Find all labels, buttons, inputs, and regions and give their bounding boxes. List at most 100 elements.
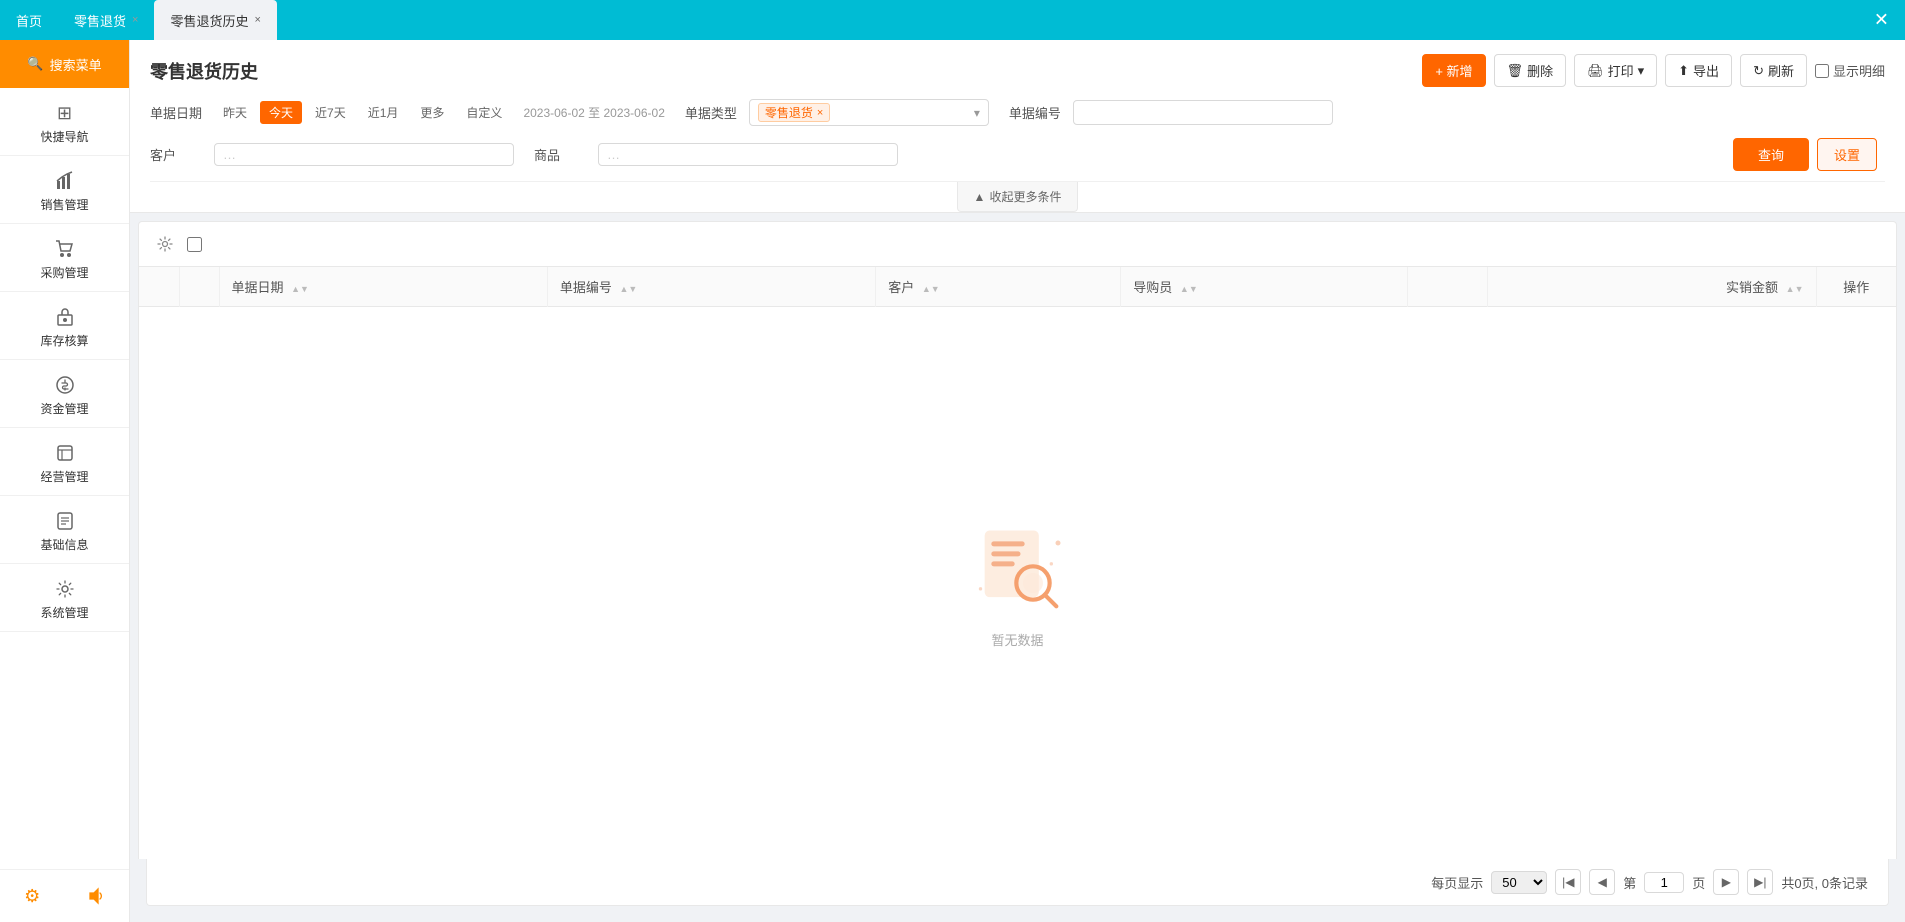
page-number-input[interactable] bbox=[1644, 872, 1684, 893]
volume-icon[interactable] bbox=[83, 882, 111, 910]
table-settings-icon[interactable] bbox=[151, 230, 179, 258]
th-doc-date[interactable]: 单据日期 ▲▼ bbox=[219, 267, 547, 307]
filter-row-2: 客户 … 商品 … 查询 设置 bbox=[150, 138, 1885, 181]
sort-customer: ▲▼ bbox=[922, 284, 940, 294]
th-customer[interactable]: 客户 ▲▼ bbox=[876, 267, 1121, 307]
sidebar-bottom: ⚙ bbox=[0, 869, 129, 922]
date-btn-today[interactable]: 今天 bbox=[260, 101, 302, 124]
doc-type-filter: 单据类型 零售退货 × ▾ bbox=[685, 99, 989, 126]
sidebar-item-quick-nav[interactable]: ⊞ 快捷导航 bbox=[0, 88, 129, 156]
doc-type-tag-close[interactable]: × bbox=[817, 107, 823, 119]
date-btn-custom[interactable]: 自定义 bbox=[457, 101, 511, 124]
th-actual-amount[interactable]: 实销金额 ▲▼ bbox=[1488, 267, 1816, 307]
page-header: 零售退货历史 + 新增 🗑 删除 🖨 打印 ▾ ⬆ 导出 bbox=[130, 40, 1905, 213]
goods-select[interactable]: … bbox=[598, 143, 898, 166]
export-icon: ⬆ bbox=[1678, 63, 1689, 79]
date-btn-yesterday[interactable]: 昨天 bbox=[214, 101, 256, 124]
layout: 🔍 搜索菜单 ⊞ 快捷导航 销售管理 采购管理 库存核算 bbox=[0, 40, 1905, 922]
goods-ellipsis: … bbox=[607, 147, 620, 162]
next-page-btn[interactable]: ▶ bbox=[1713, 869, 1739, 895]
tab-retail-return-close[interactable]: × bbox=[132, 14, 138, 26]
th-settings bbox=[139, 267, 179, 307]
sort-doc-no: ▲▼ bbox=[620, 284, 638, 294]
quick-nav-icon: ⊞ bbox=[54, 102, 76, 124]
last-page-btn[interactable]: ▶| bbox=[1747, 869, 1773, 895]
sort-doc-date: ▲▼ bbox=[291, 284, 309, 294]
filter-area: 单据日期 昨天 今天 近7天 近1月 更多 自定义 2023-06-02 至 2… bbox=[150, 99, 1885, 181]
system-icon bbox=[54, 578, 76, 600]
total-pages-text: 共0页, 0条记录 bbox=[1781, 873, 1868, 892]
search-icon: 🔍 bbox=[27, 56, 43, 72]
delete-button[interactable]: 🗑 删除 bbox=[1494, 54, 1567, 87]
prev-page-btn[interactable]: ◀ bbox=[1589, 869, 1615, 895]
th-guide[interactable]: 导购员 ▲▼ bbox=[1121, 267, 1408, 307]
finance-icon bbox=[54, 374, 76, 396]
doc-number-input[interactable] bbox=[1073, 100, 1333, 125]
table-header-row: 单据日期 ▲▼ 单据编号 ▲▼ 客户 ▲▼ bbox=[139, 267, 1896, 307]
new-button[interactable]: + 新增 bbox=[1422, 54, 1485, 87]
page-title-row: 零售退货历史 + 新增 🗑 删除 🖨 打印 ▾ ⬆ 导出 bbox=[150, 54, 1885, 87]
tab-retail-return[interactable]: 零售退货 × bbox=[58, 0, 154, 40]
empty-icon bbox=[968, 518, 1068, 618]
window-close-button[interactable]: ✕ bbox=[1874, 10, 1889, 31]
main-content: 零售退货历史 + 新增 🗑 删除 🖨 打印 ▾ ⬆ 导出 bbox=[130, 40, 1905, 922]
sort-actual-amount: ▲▼ bbox=[1786, 284, 1804, 294]
print-icon: 🖨 bbox=[1587, 63, 1604, 79]
tab-home[interactable]: 首页 bbox=[0, 0, 58, 40]
basic-info-icon bbox=[54, 510, 76, 532]
sidebar-item-system[interactable]: 系统管理 bbox=[0, 564, 129, 632]
date-buttons: 昨天 今天 近7天 近1月 更多 自定义 bbox=[214, 101, 511, 124]
page-title: 零售退货历史 bbox=[150, 58, 258, 84]
collapse-icon: ▲ bbox=[974, 190, 986, 204]
date-btn-last-month[interactable]: 近1月 bbox=[359, 101, 408, 124]
empty-text: 暂无数据 bbox=[991, 630, 1043, 649]
page-size-select[interactable]: 50 100 200 bbox=[1491, 871, 1547, 894]
export-button[interactable]: ⬆ 导出 bbox=[1665, 54, 1732, 87]
tab-retail-return-history-close[interactable]: × bbox=[254, 14, 260, 26]
customer-select[interactable]: … bbox=[214, 143, 514, 166]
settings-filter-button[interactable]: 设置 bbox=[1817, 138, 1877, 171]
doc-number-filter: 单据编号 bbox=[1009, 100, 1333, 125]
show-detail-toggle[interactable]: 显示明细 bbox=[1815, 61, 1885, 80]
th-action: 操作 bbox=[1816, 267, 1896, 307]
sidebar-item-inventory[interactable]: 库存核算 bbox=[0, 292, 129, 360]
doc-type-select[interactable]: 零售退货 × ▾ bbox=[749, 99, 989, 126]
purchase-icon bbox=[54, 238, 76, 260]
doc-type-dropdown-icon: ▾ bbox=[974, 106, 980, 120]
print-button[interactable]: 🖨 打印 ▾ bbox=[1574, 54, 1657, 87]
header-actions: + 新增 🗑 删除 🖨 打印 ▾ ⬆ 导出 ↻ bbox=[1422, 54, 1885, 87]
goods-filter: 商品 … bbox=[534, 143, 898, 166]
sidebar-item-sales-mgmt[interactable]: 销售管理 bbox=[0, 156, 129, 224]
sidebar-item-finance[interactable]: 资金管理 bbox=[0, 360, 129, 428]
sidebar: 🔍 搜索菜单 ⊞ 快捷导航 销售管理 采购管理 库存核算 bbox=[0, 40, 130, 922]
sidebar-item-operations[interactable]: 经营管理 bbox=[0, 428, 129, 496]
select-all-checkbox[interactable] bbox=[187, 237, 202, 252]
th-spacer bbox=[1407, 267, 1487, 307]
sales-icon bbox=[54, 170, 76, 192]
query-button[interactable]: 查询 bbox=[1733, 138, 1809, 171]
filter-row-1: 单据日期 昨天 今天 近7天 近1月 更多 自定义 2023-06-02 至 2… bbox=[150, 99, 1885, 126]
th-doc-no[interactable]: 单据编号 ▲▼ bbox=[547, 267, 875, 307]
date-filter: 单据日期 昨天 今天 近7天 近1月 更多 自定义 2023-06-02 至 2… bbox=[150, 101, 665, 124]
data-table: 单据日期 ▲▼ 单据编号 ▲▼ 客户 ▲▼ bbox=[139, 267, 1896, 307]
gear-icon[interactable]: ⚙ bbox=[18, 882, 46, 910]
table-toolbar bbox=[139, 222, 1896, 267]
date-range-text: 2023-06-02 至 2023-06-02 bbox=[523, 104, 664, 121]
operations-icon bbox=[54, 442, 76, 464]
sidebar-item-basic-info[interactable]: 基础信息 bbox=[0, 496, 129, 564]
trash-icon: 🗑 bbox=[1507, 63, 1524, 79]
doc-type-tag: 零售退货 × bbox=[758, 103, 830, 122]
first-page-btn[interactable]: |◀ bbox=[1555, 869, 1581, 895]
collapse-button[interactable]: ▲ 收起更多条件 bbox=[957, 182, 1079, 212]
tab-retail-return-history[interactable]: 零售退货历史 × bbox=[154, 0, 276, 40]
print-dropdown-icon: ▾ bbox=[1638, 63, 1645, 79]
refresh-icon: ↻ bbox=[1753, 63, 1764, 79]
show-detail-checkbox[interactable] bbox=[1815, 64, 1829, 78]
sidebar-search[interactable]: 🔍 搜索菜单 bbox=[0, 40, 129, 88]
customer-ellipsis: … bbox=[223, 147, 236, 162]
refresh-button[interactable]: ↻ 刷新 bbox=[1740, 54, 1807, 87]
sort-guide: ▲▼ bbox=[1180, 284, 1198, 294]
date-btn-more[interactable]: 更多 bbox=[411, 101, 453, 124]
sidebar-item-purchase-mgmt[interactable]: 采购管理 bbox=[0, 224, 129, 292]
date-btn-last7[interactable]: 近7天 bbox=[306, 101, 355, 124]
